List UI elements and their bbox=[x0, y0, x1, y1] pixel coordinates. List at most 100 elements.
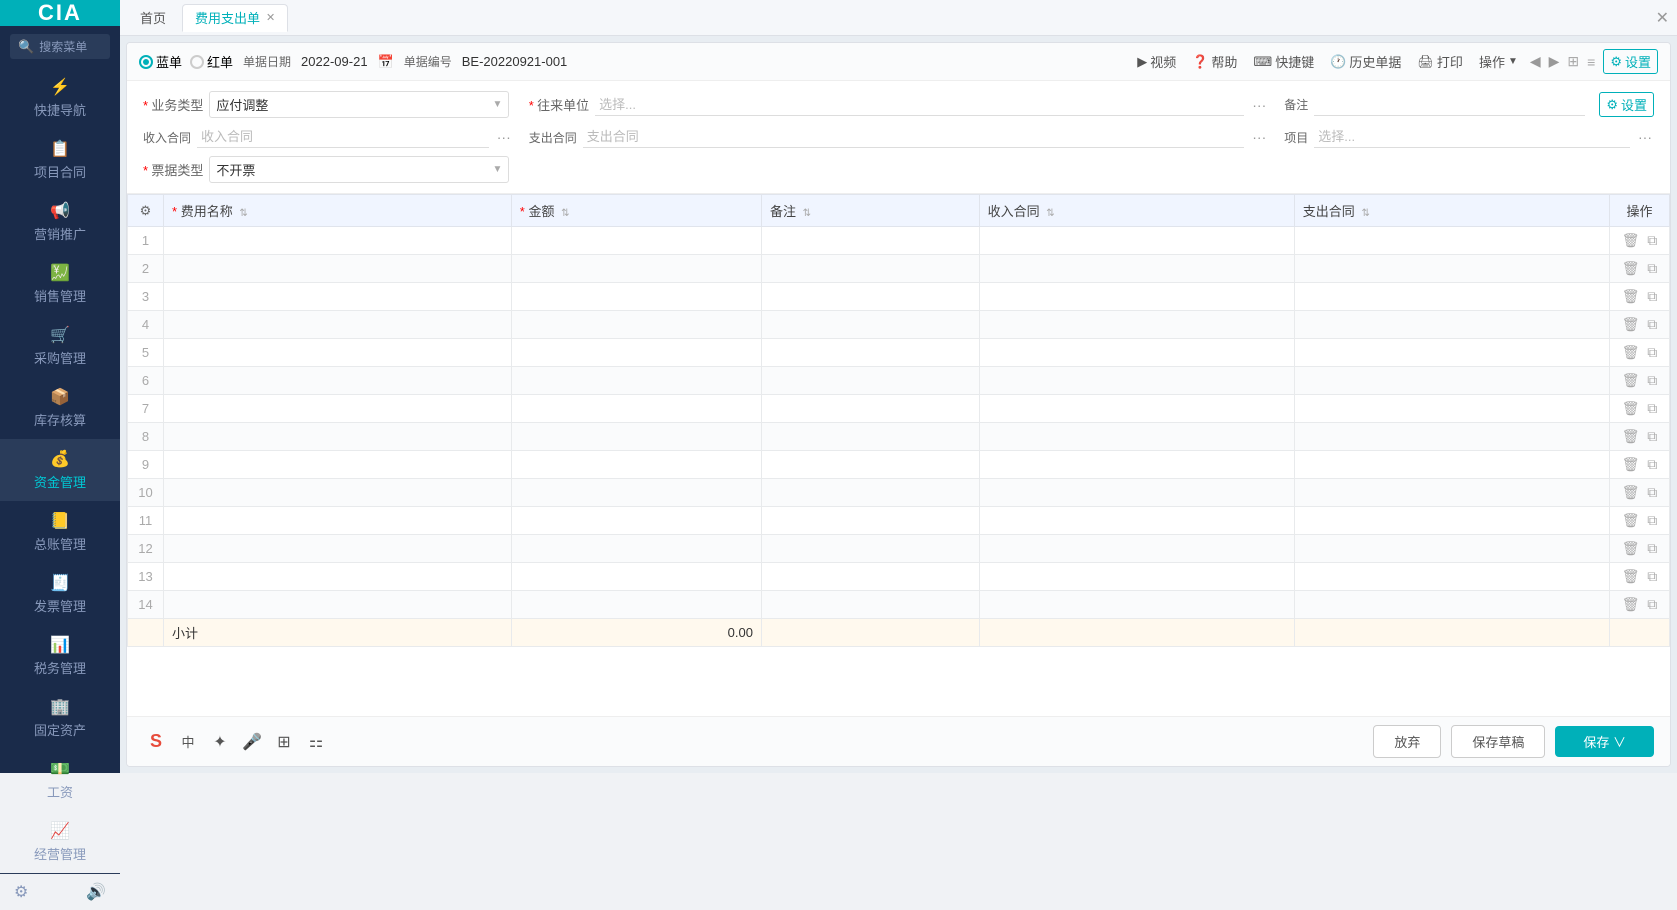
copy-icon[interactable]: ⧉ bbox=[1647, 316, 1657, 332]
delete-icon[interactable]: 🗑 bbox=[1622, 596, 1640, 612]
sort-icon-remark[interactable]: ⇅ bbox=[803, 208, 811, 219]
copy-icon[interactable]: ⧉ bbox=[1647, 232, 1657, 248]
amount-cell[interactable] bbox=[511, 479, 761, 507]
sidebar-item-ledger-mgmt[interactable]: 📒 总账管理 bbox=[0, 501, 120, 563]
expense-contract-input[interactable] bbox=[583, 126, 1244, 148]
amount-cell[interactable] bbox=[511, 563, 761, 591]
expense-contract-cell[interactable] bbox=[1294, 227, 1609, 255]
remark-cell[interactable] bbox=[761, 591, 979, 619]
copy-icon[interactable]: ⧉ bbox=[1647, 568, 1657, 584]
income-contract-cell[interactable] bbox=[979, 451, 1294, 479]
remark-cell[interactable] bbox=[761, 255, 979, 283]
income-contract-cell[interactable] bbox=[979, 591, 1294, 619]
remark-cell[interactable] bbox=[761, 367, 979, 395]
copy-icon[interactable]: ⧉ bbox=[1647, 484, 1657, 500]
delete-icon[interactable]: 🗑 bbox=[1622, 400, 1640, 416]
save-button[interactable]: 保存 ∨ bbox=[1555, 726, 1654, 757]
remark-cell[interactable] bbox=[761, 395, 979, 423]
grid-small-icon[interactable]: ⚏ bbox=[303, 729, 329, 755]
sidebar-item-marketing[interactable]: 📢 营销推广 bbox=[0, 191, 120, 253]
zhong-icon[interactable]: 中 bbox=[175, 729, 201, 755]
expense-contract-cell[interactable] bbox=[1294, 395, 1609, 423]
sidebar-item-tax-mgmt[interactable]: 📊 税务管理 bbox=[0, 625, 120, 687]
shortcut-btn[interactable]: ⌨ 快捷键 bbox=[1249, 50, 1318, 73]
blue-bill-radio[interactable]: 蓝单 bbox=[139, 52, 182, 71]
grid-view-icon[interactable]: ⊞ bbox=[1567, 53, 1579, 70]
expense-name-cell[interactable] bbox=[164, 563, 512, 591]
sidebar-item-project-contract[interactable]: 📋 项目合同 bbox=[0, 129, 120, 191]
col-gear[interactable]: ⚙ bbox=[128, 195, 164, 227]
income-contract-cell[interactable] bbox=[979, 283, 1294, 311]
remark-cell[interactable] bbox=[761, 339, 979, 367]
search-bar[interactable]: 🔍 搜索菜单 bbox=[10, 34, 110, 59]
copy-icon[interactable]: ⧉ bbox=[1647, 540, 1657, 556]
delete-icon[interactable]: 🗑 bbox=[1622, 568, 1640, 584]
video-btn[interactable]: ▶ 视频 bbox=[1133, 50, 1180, 73]
income-contract-cell[interactable] bbox=[979, 367, 1294, 395]
copy-icon[interactable]: ⧉ bbox=[1647, 512, 1657, 528]
sort-icon-income[interactable]: ⇅ bbox=[1046, 208, 1054, 219]
expense-contract-cell[interactable] bbox=[1294, 507, 1609, 535]
remark-cell[interactable] bbox=[761, 563, 979, 591]
income-contract-cell[interactable] bbox=[979, 423, 1294, 451]
remark-cell[interactable] bbox=[761, 507, 979, 535]
sidebar-item-inventory[interactable]: 📦 库存核算 bbox=[0, 377, 120, 439]
gear-icon[interactable]: ⚙ bbox=[140, 203, 152, 218]
income-contract-input[interactable] bbox=[197, 126, 489, 148]
delete-icon[interactable]: 🗑 bbox=[1622, 540, 1640, 556]
delete-icon[interactable]: 🗑 bbox=[1622, 484, 1640, 500]
remark-cell[interactable] bbox=[761, 479, 979, 507]
amount-cell[interactable] bbox=[511, 339, 761, 367]
sort-icon-expense[interactable]: ⇅ bbox=[1361, 208, 1369, 219]
sidebar-item-salary[interactable]: 💵 工资 bbox=[0, 749, 120, 811]
amount-cell[interactable] bbox=[511, 535, 761, 563]
income-contract-cell[interactable] bbox=[979, 339, 1294, 367]
delete-icon[interactable]: 🗑 bbox=[1622, 232, 1640, 248]
remark-cell[interactable] bbox=[761, 227, 979, 255]
expense-contract-cell[interactable] bbox=[1294, 591, 1609, 619]
income-contract-cell[interactable] bbox=[979, 507, 1294, 535]
remark-cell[interactable] bbox=[761, 451, 979, 479]
amount-cell[interactable] bbox=[511, 283, 761, 311]
expense-name-cell[interactable] bbox=[164, 367, 512, 395]
income-contract-cell[interactable] bbox=[979, 395, 1294, 423]
amount-cell[interactable] bbox=[511, 507, 761, 535]
settings-button[interactable]: ⚙ 设置 bbox=[1603, 49, 1658, 74]
expense-name-cell[interactable] bbox=[164, 395, 512, 423]
sort-icon-expense-name[interactable]: ⇅ bbox=[239, 208, 247, 219]
expense-name-cell[interactable] bbox=[164, 507, 512, 535]
tab-expense[interactable]: 费用支出单 ✕ bbox=[182, 4, 288, 32]
expense-contract-cell[interactable] bbox=[1294, 535, 1609, 563]
delete-icon[interactable]: 🗑 bbox=[1622, 372, 1640, 388]
operation-btn[interactable]: 操作 ▼ bbox=[1475, 50, 1522, 73]
project-more[interactable]: ··· bbox=[1636, 129, 1654, 145]
expense-name-cell[interactable] bbox=[164, 479, 512, 507]
income-contract-cell[interactable] bbox=[979, 311, 1294, 339]
expense-contract-cell[interactable] bbox=[1294, 283, 1609, 311]
prev-record-arrow[interactable]: ◀ bbox=[1530, 53, 1541, 70]
remark-cell[interactable] bbox=[761, 283, 979, 311]
remark-cell[interactable] bbox=[761, 423, 979, 451]
sidebar-item-sales-mgmt[interactable]: 💹 销售管理 bbox=[0, 253, 120, 315]
delete-icon[interactable]: 🗑 bbox=[1622, 288, 1640, 304]
amount-cell[interactable] bbox=[511, 255, 761, 283]
expense-name-cell[interactable] bbox=[164, 423, 512, 451]
income-contract-cell[interactable] bbox=[979, 563, 1294, 591]
copy-icon[interactable]: ⧉ bbox=[1647, 260, 1657, 276]
income-contract-more[interactable]: ··· bbox=[495, 129, 513, 145]
sidebar-item-invoice-mgmt[interactable]: 🧾 发票管理 bbox=[0, 563, 120, 625]
expense-contract-cell[interactable] bbox=[1294, 311, 1609, 339]
history-btn[interactable]: 🕐 历史单据 bbox=[1326, 50, 1405, 73]
table-icon[interactable]: ⊞ bbox=[271, 729, 297, 755]
income-contract-cell[interactable] bbox=[979, 535, 1294, 563]
copy-icon[interactable]: ⧉ bbox=[1647, 372, 1657, 388]
expense-name-cell[interactable] bbox=[164, 535, 512, 563]
expense-contract-cell[interactable] bbox=[1294, 339, 1609, 367]
copy-icon[interactable]: ⧉ bbox=[1647, 288, 1657, 304]
list-view-icon[interactable]: ≡ bbox=[1587, 54, 1595, 70]
tab-close-window[interactable]: ✕ bbox=[1656, 8, 1669, 28]
amount-cell[interactable] bbox=[511, 423, 761, 451]
save-draft-button[interactable]: 保存草稿 bbox=[1451, 725, 1545, 758]
settings-btn-2[interactable]: ⚙ 设置 bbox=[1599, 92, 1654, 117]
copy-icon[interactable]: ⧉ bbox=[1647, 400, 1657, 416]
